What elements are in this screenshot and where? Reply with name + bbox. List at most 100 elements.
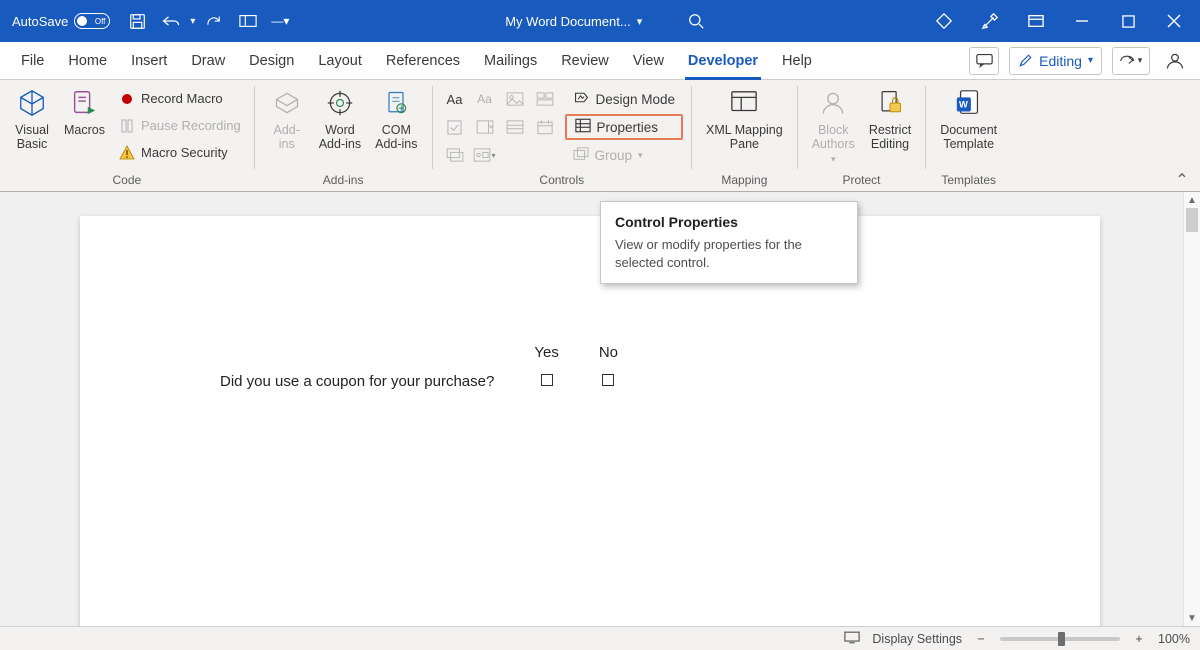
display-settings-button[interactable]: Display Settings <box>872 632 962 646</box>
visual-basic-button[interactable]: Visual Basic <box>8 84 56 153</box>
picture-control-icon[interactable] <box>501 86 529 112</box>
qat-customise-icon[interactable] <box>233 6 263 36</box>
save-icon[interactable] <box>122 6 152 36</box>
design-mode-button[interactable]: Design Mode <box>565 86 684 112</box>
group-mapping: XML Mapping Pane Mapping <box>692 80 797 191</box>
zoom-slider[interactable] <box>1000 637 1120 641</box>
title-bar: AutoSave Off ▾ ―▾ My Word Document... ▾ <box>0 0 1200 42</box>
macros-button[interactable]: Macros <box>58 84 111 139</box>
combo-box-control-icon[interactable] <box>471 114 499 140</box>
page-content: Yes No Did you use a coupon for your pur… <box>200 338 980 396</box>
quick-access-toolbar: AutoSave Off ▾ ―▾ <box>4 6 293 36</box>
record-macro-button[interactable]: Record Macro <box>113 86 246 111</box>
warning-icon <box>118 144 136 162</box>
editing-mode-button[interactable]: Editing ▾ <box>1009 47 1102 75</box>
xml-mapping-button[interactable]: XML Mapping Pane <box>700 84 789 153</box>
tab-draw[interactable]: Draw <box>180 42 236 80</box>
group-addins: Add- ins Word Add-ins COM Add-ins Add-in… <box>255 80 432 191</box>
com-addins-icon <box>382 86 410 120</box>
repeating-section-control-icon[interactable] <box>441 142 469 168</box>
tab-review[interactable]: Review <box>550 42 620 80</box>
pencil-icon <box>1018 53 1033 68</box>
tab-home[interactable]: Home <box>57 42 118 80</box>
undo-icon[interactable] <box>156 6 186 36</box>
ribbon-display-icon[interactable] <box>1014 6 1058 36</box>
macro-security-button[interactable]: Macro Security <box>113 140 246 165</box>
date-picker-control-icon[interactable] <box>531 114 559 140</box>
restrict-editing-icon <box>876 86 904 120</box>
column-no: No <box>579 338 638 367</box>
block-authors-button: Block Authors▾ <box>806 84 861 167</box>
properties-button[interactable]: Properties <box>565 114 684 140</box>
diamond-icon[interactable] <box>922 6 966 36</box>
search-icon[interactable] <box>682 7 710 35</box>
vertical-scrollbar[interactable]: ▲ ▼ <box>1183 192 1200 626</box>
macros-icon <box>69 86 99 120</box>
zoom-slider-knob[interactable] <box>1058 632 1065 646</box>
dropdown-control-icon[interactable] <box>501 114 529 140</box>
coming-soon-icon[interactable] <box>968 6 1012 36</box>
qat-overflow-icon[interactable]: ―▾ <box>267 14 293 28</box>
undo-dropdown-icon[interactable]: ▾ <box>190 16 195 27</box>
tab-developer[interactable]: Developer <box>677 42 769 80</box>
share-button[interactable]: ▾ <box>1112 47 1150 75</box>
checkbox-no[interactable] <box>602 374 614 386</box>
minimize-button[interactable] <box>1060 6 1104 36</box>
autosave-toggle[interactable]: Off <box>74 13 110 29</box>
document-title[interactable]: My Word Document... ▾ <box>505 14 642 29</box>
block-authors-icon <box>819 86 847 120</box>
close-button[interactable] <box>1152 6 1196 36</box>
checkbox-control-icon[interactable] <box>441 114 469 140</box>
tab-view[interactable]: View <box>622 42 675 80</box>
tooltip-control-properties: Control Properties View or modify proper… <box>600 201 858 284</box>
group-controls: Aa Aa ▾ Design Mode Propertie <box>433 80 692 191</box>
autosave-label: AutoSave <box>12 14 68 29</box>
word-addins-icon <box>326 86 354 120</box>
tab-layout[interactable]: Layout <box>307 42 373 80</box>
group-icon <box>573 147 589 164</box>
chevron-down-icon: ▾ <box>1088 55 1093 66</box>
column-yes: Yes <box>514 338 578 367</box>
group-protect: Block Authors▾ Restrict Editing Protect <box>798 80 925 191</box>
checkbox-yes[interactable] <box>541 374 553 386</box>
scroll-thumb[interactable] <box>1186 208 1198 232</box>
tooltip-body: View or modify properties for the select… <box>615 236 843 271</box>
legacy-tools-icon[interactable]: ▾ <box>471 142 499 168</box>
account-icon[interactable] <box>1160 47 1190 75</box>
autosave-control[interactable]: AutoSave Off <box>4 13 118 29</box>
tab-file[interactable]: File <box>10 42 55 80</box>
scroll-down-icon[interactable]: ▼ <box>1184 610 1200 626</box>
svg-text:W: W <box>959 100 968 110</box>
tab-help[interactable]: Help <box>771 42 823 80</box>
collapse-ribbon-icon[interactable]: ⌃ <box>1172 171 1192 189</box>
tab-references[interactable]: References <box>375 42 471 80</box>
word-addins-button[interactable]: Word Add-ins <box>313 84 367 153</box>
restrict-editing-button[interactable]: Restrict Editing <box>863 84 917 153</box>
scroll-up-icon[interactable]: ▲ <box>1184 192 1200 208</box>
tab-mailings[interactable]: Mailings <box>473 42 548 80</box>
comments-button[interactable] <box>969 47 999 75</box>
display-settings-icon[interactable] <box>844 631 860 647</box>
com-addins-button[interactable]: COM Add-ins <box>369 84 423 153</box>
tab-design[interactable]: Design <box>238 42 305 80</box>
design-mode-icon <box>573 90 590 108</box>
plain-text-control-icon[interactable]: Aa <box>471 86 499 112</box>
zoom-out-button[interactable]: − <box>974 632 988 646</box>
pause-recording-button: Pause Recording <box>113 113 246 138</box>
group-templates: W Document Template Templates <box>926 80 1011 191</box>
tab-insert[interactable]: Insert <box>120 42 178 80</box>
question-text: Did you use a coupon for your purchase? <box>200 367 514 396</box>
zoom-level[interactable]: 100% <box>1158 632 1190 646</box>
rich-text-control-icon[interactable]: Aa <box>441 86 469 112</box>
building-block-control-icon[interactable] <box>531 86 559 112</box>
document-page[interactable]: Yes No Did you use a coupon for your pur… <box>80 216 1100 626</box>
chevron-down-icon: ▾ <box>637 15 643 28</box>
group-code: Visual Basic Macros Record Macro Pause R… <box>0 80 254 191</box>
ribbon-tabs: File Home Insert Draw Design Layout Refe… <box>0 42 1200 80</box>
group-button: Group ▾ <box>565 142 684 168</box>
maximize-button[interactable] <box>1106 6 1150 36</box>
document-template-icon: W <box>954 86 984 120</box>
redo-icon[interactable] <box>199 6 229 36</box>
zoom-in-button[interactable]: + <box>1132 632 1146 646</box>
document-template-button[interactable]: W Document Template <box>934 84 1003 153</box>
